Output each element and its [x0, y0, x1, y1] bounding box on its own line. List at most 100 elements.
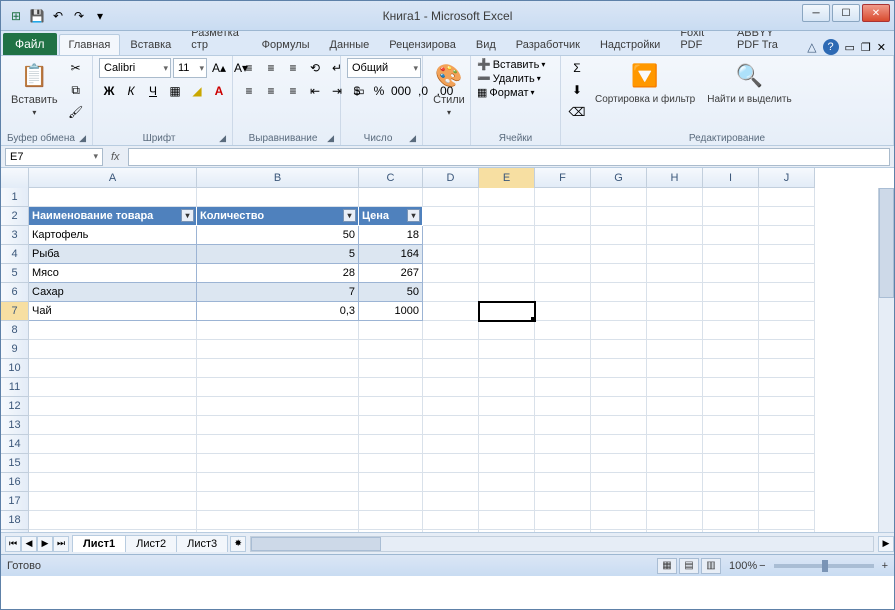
redo-icon[interactable]: ↷	[70, 7, 88, 25]
cell-B16[interactable]	[197, 473, 359, 492]
row-head-10[interactable]: 10	[1, 359, 29, 378]
col-head-E[interactable]: E	[479, 168, 535, 188]
row-head-14[interactable]: 14	[1, 435, 29, 454]
minimize-ribbon-icon[interactable]: △	[807, 40, 816, 54]
cell-D12[interactable]	[423, 397, 479, 416]
col-head-B[interactable]: B	[197, 168, 359, 188]
cell-G1[interactable]	[591, 188, 647, 207]
row-head-11[interactable]: 11	[1, 378, 29, 397]
minimize-button[interactable]: ─	[802, 4, 830, 22]
cell-C3[interactable]: 18	[359, 226, 423, 245]
tab-view[interactable]: Вид	[466, 34, 506, 55]
cell-C18[interactable]	[359, 511, 423, 530]
cell-J13[interactable]	[759, 416, 815, 435]
cell-E1[interactable]	[479, 188, 535, 207]
cell-G16[interactable]	[591, 473, 647, 492]
cell-G17[interactable]	[591, 492, 647, 511]
cell-E16[interactable]	[479, 473, 535, 492]
zoom-out-icon[interactable]: −	[759, 560, 765, 572]
hscroll-thumb[interactable]	[251, 537, 381, 551]
cell-B8[interactable]	[197, 321, 359, 340]
filter-dropdown-icon[interactable]: ▾	[343, 209, 356, 222]
align-bottom-icon[interactable]: ≡	[283, 58, 303, 78]
vscroll-thumb[interactable]	[879, 188, 894, 298]
cell-I14[interactable]	[703, 435, 759, 454]
cell-F11[interactable]	[535, 378, 591, 397]
name-box[interactable]: E7▾	[5, 148, 103, 166]
row-head-19[interactable]: 19	[1, 530, 29, 532]
align-center-icon[interactable]: ≡	[261, 81, 281, 101]
cell-H5[interactable]	[647, 264, 703, 283]
cell-H15[interactable]	[647, 454, 703, 473]
cell-C15[interactable]	[359, 454, 423, 473]
indent-dec-icon[interactable]: ⇤	[305, 81, 325, 101]
cell-E12[interactable]	[479, 397, 535, 416]
row-head-3[interactable]: 3	[1, 226, 29, 245]
cell-D16[interactable]	[423, 473, 479, 492]
cell-H8[interactable]	[647, 321, 703, 340]
fill-icon[interactable]: ⬇	[567, 80, 587, 100]
cell-B15[interactable]	[197, 454, 359, 473]
cell-J5[interactable]	[759, 264, 815, 283]
cell-H16[interactable]	[647, 473, 703, 492]
cell-J8[interactable]	[759, 321, 815, 340]
cell-C16[interactable]	[359, 473, 423, 492]
cell-F5[interactable]	[535, 264, 591, 283]
cell-E15[interactable]	[479, 454, 535, 473]
cells-insert-button[interactable]: ➕Вставить▾	[477, 58, 545, 71]
cell-J9[interactable]	[759, 340, 815, 359]
font-size-combo[interactable]: 11	[173, 58, 207, 78]
cell-B12[interactable]	[197, 397, 359, 416]
cell-H3[interactable]	[647, 226, 703, 245]
maximize-button[interactable]: ☐	[832, 4, 860, 22]
cell-D14[interactable]	[423, 435, 479, 454]
cell-E11[interactable]	[479, 378, 535, 397]
cell-A1[interactable]	[29, 188, 197, 207]
cell-J19[interactable]	[759, 530, 815, 532]
cell-G15[interactable]	[591, 454, 647, 473]
col-head-J[interactable]: J	[759, 168, 815, 188]
row-head-12[interactable]: 12	[1, 397, 29, 416]
cell-G3[interactable]	[591, 226, 647, 245]
cell-A16[interactable]	[29, 473, 197, 492]
row-head-17[interactable]: 17	[1, 492, 29, 511]
cell-C6[interactable]: 50	[359, 283, 423, 302]
tab-formulas[interactable]: Формулы	[252, 34, 320, 55]
cell-G7[interactable]	[591, 302, 647, 321]
italic-icon[interactable]: К	[121, 81, 141, 101]
cell-B6[interactable]: 7	[197, 283, 359, 302]
clear-icon[interactable]: ⌫	[567, 102, 587, 122]
cell-G12[interactable]	[591, 397, 647, 416]
cell-B18[interactable]	[197, 511, 359, 530]
qat-more-icon[interactable]: ▾	[91, 7, 109, 25]
cell-I9[interactable]	[703, 340, 759, 359]
autosum-icon[interactable]: Σ	[567, 58, 587, 78]
cell-J1[interactable]	[759, 188, 815, 207]
window-close-icon[interactable]: ✕	[877, 41, 886, 54]
font-color-icon[interactable]: А	[209, 81, 229, 101]
col-head-H[interactable]: H	[647, 168, 703, 188]
tab-data[interactable]: Данные	[320, 34, 380, 55]
comma-icon[interactable]: 000	[391, 81, 411, 101]
cell-J12[interactable]	[759, 397, 815, 416]
cell-H9[interactable]	[647, 340, 703, 359]
cell-C10[interactable]	[359, 359, 423, 378]
cell-E17[interactable]	[479, 492, 535, 511]
cell-J14[interactable]	[759, 435, 815, 454]
hscroll-right-icon[interactable]: ▶	[878, 536, 894, 552]
sheet-nav-prev-icon[interactable]: ◀	[21, 536, 37, 552]
cell-H10[interactable]	[647, 359, 703, 378]
cell-H17[interactable]	[647, 492, 703, 511]
cell-F2[interactable]	[535, 207, 591, 226]
cell-F7[interactable]	[535, 302, 591, 321]
cell-J3[interactable]	[759, 226, 815, 245]
cell-F13[interactable]	[535, 416, 591, 435]
cell-B13[interactable]	[197, 416, 359, 435]
cell-F15[interactable]	[535, 454, 591, 473]
cell-H14[interactable]	[647, 435, 703, 454]
cell-C7[interactable]: 1000	[359, 302, 423, 321]
cell-A5[interactable]: Мясо	[29, 264, 197, 283]
cell-F3[interactable]	[535, 226, 591, 245]
font-name-combo[interactable]: Calibri	[99, 58, 171, 78]
number-format-combo[interactable]: Общий	[347, 58, 421, 78]
